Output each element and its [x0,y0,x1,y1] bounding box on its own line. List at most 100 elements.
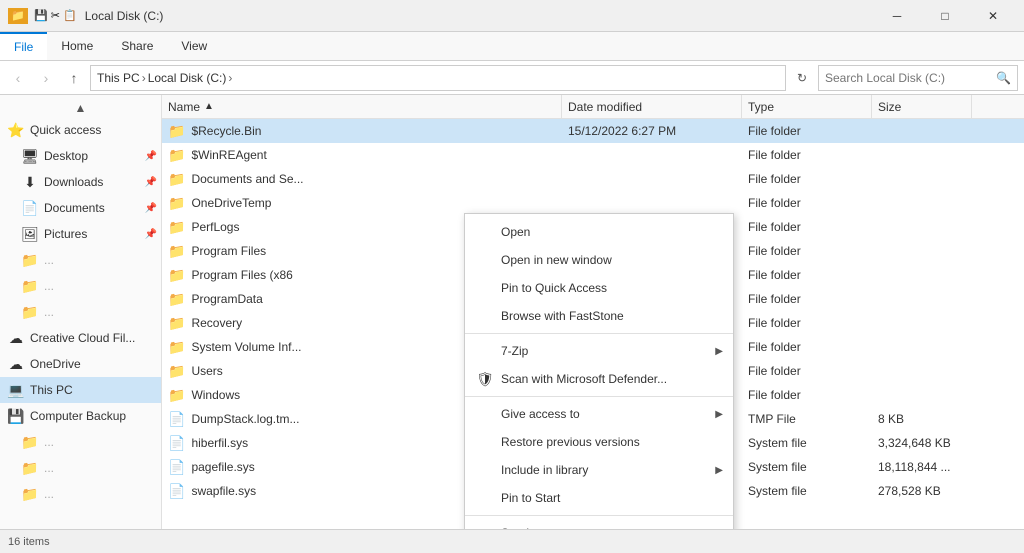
sidebar-item-extra1[interactable]: 📁 ... [0,429,161,455]
close-button[interactable]: ✕ [970,0,1016,32]
table-row[interactable]: 📁 $Recycle.Bin 15/12/2022 6:27 PM File f… [162,119,1024,143]
sidebar-item-folder1[interactable]: 📁 ... [0,247,161,273]
ctx-browse-faststone[interactable]: Browse with FastStone [465,302,733,330]
ctx-open[interactable]: Open [465,218,733,246]
7zip-icon [477,343,493,359]
tab-home[interactable]: Home [47,32,107,60]
browse-icon [477,308,493,324]
folder-icon: 📁 [168,291,185,308]
sidebar: ▲ ⭐ Quick access 🖥 Desktop 📌 ⬇ Downloads… [0,95,162,529]
refresh-button[interactable]: ↻ [790,66,814,90]
documents-icon: 📄 [22,200,38,216]
sidebar-item-onedrive[interactable]: ☁ OneDrive [0,351,161,377]
tab-view[interactable]: View [167,32,221,60]
library-icon [477,462,493,478]
folder2-icon: 📁 [22,278,38,294]
folder-icon: 📁 [168,171,185,188]
sidebar-item-creative-cloud[interactable]: ☁ Creative Cloud Fil... [0,325,161,351]
ctx-pin-start[interactable]: Pin to Start [465,484,733,512]
folder-icon: 📁 [168,147,185,164]
status-item-count: 16 items [8,536,50,548]
pin-start-icon [477,490,493,506]
sidebar-item-desktop[interactable]: 🖥 Desktop 📌 [0,143,161,169]
desktop-icon: 🖥 [22,148,38,164]
open-new-window-icon [477,252,493,268]
sidebar-item-folder3[interactable]: 📁 ... [0,299,161,325]
ctx-scan-defender[interactable]: 🛡 Scan with Microsoft Defender... [465,365,733,393]
pin-icon-dl: 📌 [145,177,157,188]
folder3-icon: 📁 [22,304,38,320]
title-bar: 📁 💾 ✂ 📋 Local Disk (C:) ─ □ ✕ [0,0,1024,32]
restore-icon [477,434,493,450]
extra2-icon: 📁 [22,460,38,476]
pin-icon: 📌 [145,151,157,162]
sidebar-item-pictures[interactable]: 🖼 Pictures 📌 [0,221,161,247]
ctx-restore-previous[interactable]: Restore previous versions [465,428,733,456]
folder-icon: 📁 [168,339,185,356]
sidebar-item-extra3[interactable]: 📁 ... [0,481,161,507]
ctx-send-to[interactable]: Send to [465,519,733,529]
forward-button[interactable]: › [34,66,58,90]
creative-cloud-icon: ☁ [8,330,24,346]
maximize-button[interactable]: □ [922,0,968,32]
context-menu: Open Open in new window Pin to Quick Acc… [464,213,734,529]
minimize-button[interactable]: ─ [874,0,920,32]
status-bar: 16 items [0,529,1024,553]
path-thispc: This PC [97,71,140,85]
content-area: Name ▲ Date modified Type Size 📁 $Recycl… [162,95,1024,529]
col-header-date[interactable]: Date modified [562,95,742,118]
col-header-name[interactable]: Name ▲ [162,95,562,118]
tab-share[interactable]: Share [107,32,167,60]
ctx-separator-1 [465,333,733,334]
ctx-open-new-window[interactable]: Open in new window [465,246,733,274]
ctx-give-access[interactable]: Give access to [465,400,733,428]
title-text: Local Disk (C:) [85,9,164,23]
ctx-separator-2 [465,396,733,397]
folder-icon: 📁 [168,315,185,332]
col-header-type[interactable]: Type [742,95,872,118]
search-icon: 🔍 [996,71,1011,85]
sidebar-item-quick-access[interactable]: ⭐ Quick access [0,117,161,143]
this-pc-icon: 💻 [8,382,24,398]
path-sep2: › [228,71,232,85]
search-input[interactable] [825,71,992,85]
sidebar-item-extra2[interactable]: 📁 ... [0,455,161,481]
window-controls: ─ □ ✕ [874,0,1016,32]
star-icon: ⭐ [8,122,24,138]
ctx-7zip[interactable]: 7-Zip [465,337,733,365]
ctx-pin-quick-access[interactable]: Pin to Quick Access [465,274,733,302]
address-path[interactable]: This PC › Local Disk (C:) › [90,65,786,91]
folder1-icon: 📁 [22,252,38,268]
col-header-size[interactable]: Size [872,95,972,118]
table-row[interactable]: 📁 Documents and Se... File folder [162,167,1024,191]
sidebar-item-downloads[interactable]: ⬇ Downloads 📌 [0,169,161,195]
sidebar-item-folder2[interactable]: 📁 ... [0,273,161,299]
folder-icon: 📁 [168,219,185,236]
folder-icon: 📁 [168,363,185,380]
ctx-include-library[interactable]: Include in library [465,456,733,484]
quick-toolbar: 💾 ✂ 📋 [34,9,77,22]
sidebar-item-documents[interactable]: 📄 Documents 📌 [0,195,161,221]
ribbon-tab-bar: File Home Share View [0,32,1024,60]
ctx-separator-3 [465,515,733,516]
folder-icon: 📁 [168,243,185,260]
table-row[interactable]: 📁 OneDriveTemp File folder [162,191,1024,215]
folder-icon: 📁 [168,267,185,284]
sidebar-scroll-up[interactable]: ▲ [0,99,161,117]
ribbon: File Home Share View [0,32,1024,61]
file-icon: 📄 [168,483,185,500]
tab-file[interactable]: File [0,32,47,60]
folder-icon: 📁 [168,123,185,140]
sidebar-item-computer-backup[interactable]: 💾 Computer Backup [0,403,161,429]
extra1-icon: 📁 [22,434,38,450]
title-bar-icon: 📁 [8,8,28,24]
onedrive-icon: ☁ [8,356,24,372]
file-icon: 📄 [168,459,185,476]
file-icon: 📄 [168,411,185,428]
search-box[interactable]: 🔍 [818,65,1018,91]
sidebar-item-this-pc[interactable]: 💻 This PC [0,377,161,403]
file-icon: 📄 [168,435,185,452]
up-button[interactable]: ↑ [62,66,86,90]
back-button[interactable]: ‹ [6,66,30,90]
table-row[interactable]: 📁 $WinREAgent File folder [162,143,1024,167]
